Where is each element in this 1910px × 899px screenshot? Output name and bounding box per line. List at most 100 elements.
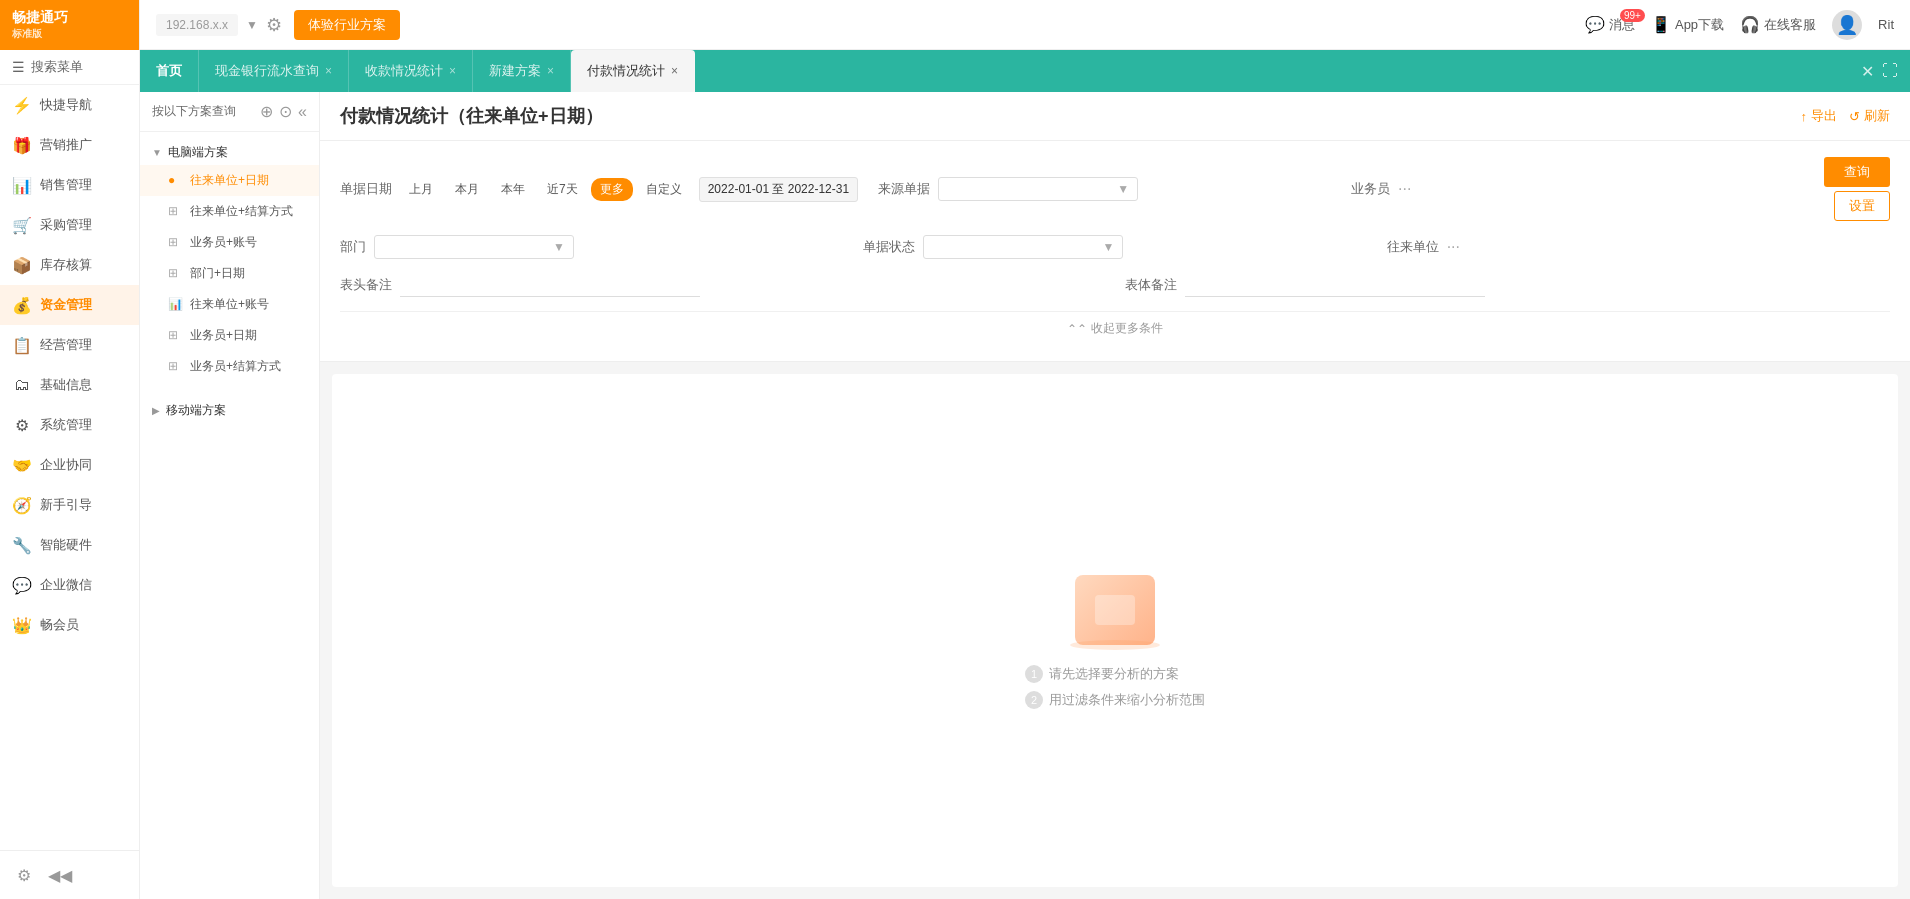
settings-footer-btn[interactable]: ⚙ [10, 861, 38, 889]
collapse-conditions-btn[interactable]: ⌃⌃ 收起更多条件 [1067, 320, 1163, 337]
scheme-partner-payment[interactable]: ⊞ 往来单位+结算方式 [140, 196, 319, 227]
export-btn[interactable]: ↑ 导出 [1801, 107, 1838, 125]
chart-scheme-icon: 📊 [168, 297, 184, 313]
this-month-btn[interactable]: 本月 [446, 177, 488, 202]
filter-row-1: 单据日期 上月 本月 本年 近7天 更多 自定义 2022-01-01 至 20… [340, 157, 1890, 221]
tab-close-icon[interactable]: × [449, 64, 456, 78]
collapse-panel-btn[interactable]: « [298, 103, 307, 121]
scheme-icon: ⊞ [168, 266, 184, 282]
topbar-address: 192.168.x.x [156, 14, 238, 36]
empty-illustration [1055, 545, 1175, 645]
header-note-input[interactable] [400, 273, 700, 297]
topbar-gear-icon[interactable]: ⚙ [266, 14, 282, 36]
dept-select[interactable]: ▼ [374, 235, 574, 259]
pc-section-title[interactable]: ▼ 电脑端方案 [140, 140, 319, 165]
refresh-btn[interactable]: ↺ 刷新 [1849, 107, 1890, 125]
folder-icon: 🗂 [12, 375, 32, 395]
collapse-sidebar-btn[interactable]: ◀◀ [46, 861, 74, 889]
sidebar-item-system[interactable]: ⚙ 系统管理 [0, 405, 139, 445]
body-note-filter: 表体备注 [1125, 273, 1890, 297]
last-7-days-btn[interactable]: 近7天 [538, 177, 587, 202]
sidebar-item-sales[interactable]: 📊 销售管理 [0, 165, 139, 205]
date-range-input[interactable]: 2022-01-01 至 2022-12-31 [699, 177, 858, 202]
mobile-section-title[interactable]: ▶ 移动端方案 [140, 398, 319, 423]
topbar-left: 192.168.x.x ▼ ⚙ [156, 14, 282, 36]
tab-bank-flow[interactable]: 现金银行流水查询 × [199, 50, 349, 92]
custom-date-btn[interactable]: 自定义 [637, 177, 691, 202]
logo-sub: 标准版 [12, 27, 68, 41]
sidebar-item-member[interactable]: 👑 畅会员 [0, 605, 139, 645]
sidebar-item-operations[interactable]: 📋 经营管理 [0, 325, 139, 365]
tab-close-icon[interactable]: × [325, 64, 332, 78]
sidebar-item-guide[interactable]: 🧭 新手引导 [0, 485, 139, 525]
scheme-partner-date[interactable]: ● 往来单位+日期 [140, 165, 319, 196]
page-title: 付款情况统计（往来单位+日期） [340, 104, 603, 128]
compass-icon: 🧭 [12, 495, 32, 515]
sidebar-item-fund[interactable]: 💰 资金管理 [0, 285, 139, 325]
tab-new-plan[interactable]: 新建方案 × [473, 50, 571, 92]
last-month-btn[interactable]: 上月 [400, 177, 442, 202]
partner-select-btn[interactable]: ··· [1447, 238, 1460, 256]
topbar-msg[interactable]: 💬 消息 99+ [1585, 15, 1635, 34]
collapse-bar: ⌃⌃ 收起更多条件 [340, 311, 1890, 345]
query-btn[interactable]: 查询 [1824, 157, 1890, 187]
sidebar-item-label: 畅会员 [40, 616, 79, 634]
body-note-input[interactable] [1185, 273, 1485, 297]
staff-select-btn[interactable]: ··· [1398, 180, 1411, 198]
topbar-dropdown-btn[interactable]: ▼ [246, 18, 258, 32]
sidebar-item-enterprise[interactable]: 🤝 企业协同 [0, 445, 139, 485]
topbar-avatar[interactable]: 👤 [1832, 10, 1862, 40]
source-select[interactable]: ▼ [938, 177, 1138, 201]
topbar-right: 💬 消息 99+ 📱 App下载 🎧 在线客服 👤 Rit [1585, 10, 1894, 40]
scheme-icon: ⊞ [168, 328, 184, 344]
tab-payment-stats[interactable]: 付款情况统计 × [571, 50, 695, 92]
topbar-app[interactable]: 📱 App下载 [1651, 15, 1724, 34]
scheme-staff-payment[interactable]: ⊞ 业务员+结算方式 [140, 351, 319, 382]
sidebar-item-marketing[interactable]: 🎁 营销推广 [0, 125, 139, 165]
header-note-label: 表头备注 [340, 276, 392, 294]
tab-close-icon[interactable]: × [671, 64, 678, 78]
source-filter: 来源单据 ▼ [878, 177, 1331, 201]
sidebar-item-wechat[interactable]: 💬 企业微信 [0, 565, 139, 605]
scheme-staff-account[interactable]: ⊞ 业务员+账号 [140, 227, 319, 258]
voucher-status-filter: 单据状态 ▼ [863, 235, 1366, 259]
left-panel-actions: ⊕ ⊙ « [260, 102, 307, 121]
sidebar-item-label: 快捷导航 [40, 96, 92, 114]
left-panel: 按以下方案查询 ⊕ ⊙ « ▼ 电脑端方案 ● 往来单位+日期 ⊞ [140, 92, 320, 899]
mobile-section: ▶ 移动端方案 [140, 390, 319, 431]
scheme-partner-account[interactable]: 📊 往来单位+账号 [140, 289, 319, 320]
sidebar-item-basic[interactable]: 🗂 基础信息 [0, 365, 139, 405]
collapse-btn-label: 收起更多条件 [1091, 320, 1163, 337]
tab-home[interactable]: 首页 [140, 50, 199, 92]
more-dates-btn[interactable]: 更多 [591, 178, 633, 201]
sidebar-item-quick-nav[interactable]: ⚡ 快捷导航 [0, 85, 139, 125]
scheme-label: 业务员+日期 [190, 327, 257, 344]
sidebar-item-hardware[interactable]: 🔧 智能硬件 [0, 525, 139, 565]
add-scheme-btn[interactable]: ⊕ [260, 102, 273, 121]
search-menu[interactable]: ☰ 搜索菜单 [0, 50, 139, 85]
manage-scheme-btn[interactable]: ⊙ [279, 102, 292, 121]
crown-icon: 👑 [12, 615, 32, 635]
tab-label: 现金银行流水查询 [215, 62, 319, 80]
scheme-dept-date[interactable]: ⊞ 部门+日期 [140, 258, 319, 289]
topbar-service[interactable]: 🎧 在线客服 [1740, 15, 1816, 34]
scheme-staff-date[interactable]: ⊞ 业务员+日期 [140, 320, 319, 351]
main-content: 192.168.x.x ▼ ⚙ 体验行业方案 💬 消息 99+ 📱 App下载 … [140, 0, 1910, 899]
tab-close-icon[interactable]: × [547, 64, 554, 78]
sidebar-item-inventory[interactable]: 📦 库存核算 [0, 245, 139, 285]
tab-receipt-stats[interactable]: 收款情况统计 × [349, 50, 473, 92]
sidebar-item-purchase[interactable]: 🛒 采购管理 [0, 205, 139, 245]
left-panel-title: 按以下方案查询 [152, 103, 236, 120]
trial-btn[interactable]: 体验行业方案 [294, 10, 400, 40]
scheme-label: 往来单位+账号 [190, 296, 269, 313]
section-arrow-icon: ▼ [152, 147, 162, 158]
this-year-btn[interactable]: 本年 [492, 177, 534, 202]
settings-btn[interactable]: 设置 [1834, 191, 1890, 221]
filter-row-2: 部门 ▼ 单据状态 ▼ 往来单位 [340, 235, 1890, 259]
topbar-username[interactable]: Rit [1878, 17, 1894, 32]
voucher-status-select[interactable]: ▼ [923, 235, 1123, 259]
close-all-tabs-btn[interactable]: ✕ [1861, 62, 1874, 81]
staff-filter: 业务员 ··· [1351, 180, 1804, 198]
tab-label: 付款情况统计 [587, 62, 665, 80]
maximize-btn[interactable]: ⛶ [1882, 62, 1898, 80]
